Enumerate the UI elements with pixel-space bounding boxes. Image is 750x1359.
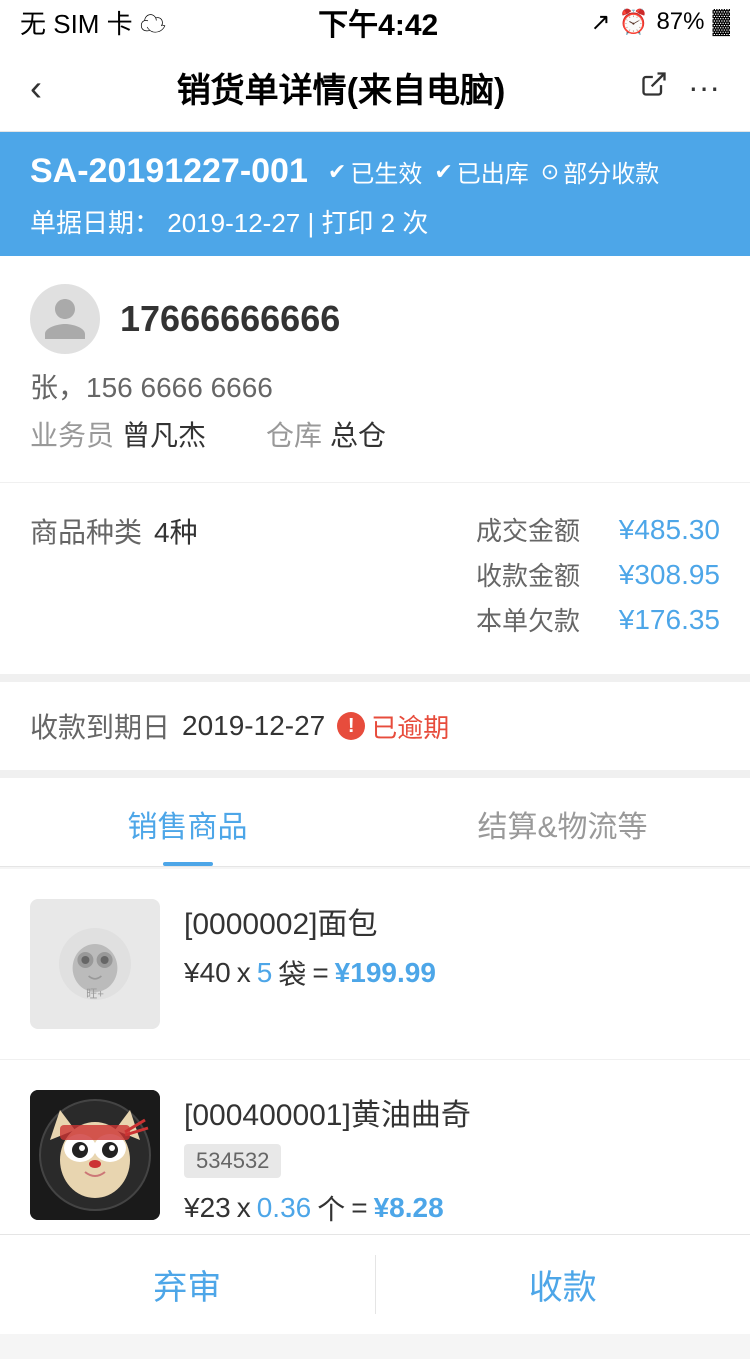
product-eq-2: = bbox=[351, 1192, 367, 1224]
badge-shipped-label: 已出库 bbox=[457, 154, 529, 189]
list-item: 旺+ [0000002]面包 ¥40 x 5 袋 = ¥199.99 bbox=[0, 869, 750, 1060]
order-date: 2019-12-27 bbox=[167, 208, 300, 238]
overdue-icon: ! bbox=[337, 712, 365, 740]
nav-bar: ‹ 销货单详情(来自电脑) ··· bbox=[0, 44, 750, 132]
product-total-1: ¥199.99 bbox=[335, 957, 436, 989]
date-label: 单据日期： bbox=[30, 208, 160, 238]
owed-row: 本单欠款 ¥176.35 bbox=[476, 601, 720, 638]
product-info-2: [000400001]黄油曲奇 534532 ¥23 x 0.36 个 = ¥8… bbox=[184, 1090, 720, 1228]
battery-level: 87% bbox=[656, 8, 704, 36]
collected-value: ¥308.95 bbox=[600, 559, 720, 591]
customer-phone: 17666666666 bbox=[120, 298, 340, 340]
warehouse-meta: 仓库 总仓 bbox=[266, 414, 386, 454]
owed-label: 本单欠款 bbox=[476, 601, 580, 638]
product-thumbnail-2 bbox=[30, 1090, 160, 1220]
product-name-2: [000400001]黄油曲奇 bbox=[184, 1090, 720, 1134]
owed-value: ¥176.35 bbox=[600, 604, 720, 636]
product-tag-2: 534532 bbox=[184, 1144, 281, 1178]
tab-settlement[interactable]: 结算&物流等 bbox=[375, 778, 750, 866]
category-item: 商品种类 4种 bbox=[30, 511, 198, 551]
product-list: 旺+ [0000002]面包 ¥40 x 5 袋 = ¥199.99 bbox=[0, 869, 750, 1259]
product-info-1: [0000002]面包 ¥40 x 5 袋 = ¥199.99 bbox=[184, 899, 720, 993]
customer-sub-info: 张，156 6666 6666 bbox=[30, 366, 720, 406]
product-thumbnail-1: 旺+ bbox=[30, 899, 160, 1029]
tabs-section: 销售商品 结算&物流等 bbox=[0, 778, 750, 867]
tab-sales-products[interactable]: 销售商品 bbox=[0, 778, 375, 866]
battery-icon: ▓ bbox=[713, 8, 731, 36]
order-badges: ✔ 已生效 ✔ 已出库 ⊙ 部分收款 bbox=[328, 154, 659, 189]
badge-effective: ✔ 已生效 bbox=[328, 154, 422, 189]
location-icon: ↗ bbox=[590, 8, 610, 37]
cancel-button[interactable]: 弃审 bbox=[0, 1235, 375, 1334]
page-title: 销货单详情(来自电脑) bbox=[177, 63, 506, 112]
share-icon[interactable] bbox=[640, 69, 668, 106]
summary-section: 商品种类 4种 成交金额 ¥485.30 收款金额 ¥308.95 本单欠款 ¥… bbox=[0, 483, 750, 682]
more-icon[interactable]: ··· bbox=[688, 69, 720, 106]
product-unit-1: 袋 bbox=[278, 953, 306, 993]
status-bar: 无 SIM 卡 ☁ 下午4:42 ↗ ⏰ 87% ▓ bbox=[0, 0, 750, 44]
nav-right-actions: ··· bbox=[640, 69, 720, 106]
product-price-2: ¥23 bbox=[184, 1192, 231, 1224]
salesperson-name: 曾凡杰 bbox=[122, 414, 206, 454]
clock-icon: ⊙ bbox=[541, 159, 559, 185]
collected-row: 收款金额 ¥308.95 bbox=[476, 556, 720, 593]
status-time: 下午4:42 bbox=[318, 0, 438, 44]
warehouse-label: 仓库 bbox=[266, 414, 322, 454]
order-date-row: 单据日期： 2019-12-27 | 打印 2 次 bbox=[30, 203, 720, 240]
category-label: 商品种类 bbox=[30, 511, 142, 551]
product-eq-1: = bbox=[312, 957, 328, 989]
badge-shipped: ✔ 已出库 bbox=[434, 154, 528, 189]
back-button[interactable]: ‹ bbox=[30, 67, 42, 109]
product-price-1: ¥40 bbox=[184, 957, 231, 989]
check-icon-1: ✔ bbox=[328, 159, 346, 185]
status-right: ↗ ⏰ 87% ▓ bbox=[590, 8, 730, 37]
customer-row: 17666666666 bbox=[30, 284, 720, 354]
product-x-1: x bbox=[237, 957, 251, 989]
due-date-value: 2019-12-27 bbox=[182, 710, 325, 742]
badge-partial-label: 部分收款 bbox=[563, 154, 659, 189]
due-date-section: 收款到期日 2019-12-27 ! 已逾期 bbox=[0, 682, 750, 778]
overdue-badge: ! 已逾期 bbox=[337, 708, 449, 745]
alarm-icon: ⏰ bbox=[619, 8, 649, 37]
salesperson-label: 业务员 bbox=[30, 414, 114, 454]
product-name-1: [0000002]面包 bbox=[184, 899, 720, 943]
customer-meta: 业务员 曾凡杰 仓库 总仓 bbox=[30, 414, 720, 454]
warehouse-name: 总仓 bbox=[330, 414, 386, 454]
tab-settlement-label: 结算&物流等 bbox=[477, 811, 647, 844]
product-price-row-1: ¥40 x 5 袋 = ¥199.99 bbox=[184, 953, 720, 993]
deal-amount-label: 成交金额 bbox=[476, 511, 580, 548]
order-header-banner: SA-20191227-001 ✔ 已生效 ✔ 已出库 ⊙ 部分收款 单据日期：… bbox=[0, 132, 750, 256]
confirm-button[interactable]: 收款 bbox=[376, 1235, 750, 1334]
deal-amount-row: 成交金额 ¥485.30 bbox=[476, 511, 720, 548]
deal-amount-value: ¥485.30 bbox=[600, 514, 720, 546]
product-unit-2: 个 bbox=[317, 1188, 345, 1228]
check-icon-2: ✔ bbox=[434, 159, 452, 185]
collected-label: 收款金额 bbox=[476, 556, 580, 593]
bottom-bar: 弃审 收款 bbox=[0, 1234, 750, 1334]
status-left: 无 SIM 卡 ☁ bbox=[20, 4, 166, 41]
badge-partial: ⊙ 部分收款 bbox=[541, 154, 659, 189]
svg-text:旺+: 旺+ bbox=[86, 989, 104, 1001]
overdue-text: 已逾期 bbox=[371, 708, 449, 745]
summary-left: 商品种类 4种 bbox=[30, 511, 198, 646]
product-total-2: ¥8.28 bbox=[374, 1192, 444, 1224]
product-qty-1: 5 bbox=[257, 957, 273, 989]
product-qty-2: 0.36 bbox=[257, 1192, 312, 1224]
print-info: | 打印 2 次 bbox=[307, 208, 428, 238]
product-x-2: x bbox=[237, 1192, 251, 1224]
due-date-label: 收款到期日 bbox=[30, 706, 170, 746]
salesperson-meta: 业务员 曾凡杰 bbox=[30, 414, 206, 454]
tab-sales-products-label: 销售商品 bbox=[128, 811, 248, 844]
customer-section: 17666666666 张，156 6666 6666 业务员 曾凡杰 仓库 总… bbox=[0, 256, 750, 483]
badge-effective-label: 已生效 bbox=[350, 154, 422, 189]
list-item: [000400001]黄油曲奇 534532 ¥23 x 0.36 个 = ¥8… bbox=[0, 1060, 750, 1259]
product-price-row-2: ¥23 x 0.36 个 = ¥8.28 bbox=[184, 1188, 720, 1228]
avatar bbox=[30, 284, 100, 354]
category-value: 4种 bbox=[154, 511, 198, 551]
summary-right: 成交金额 ¥485.30 收款金额 ¥308.95 本单欠款 ¥176.35 bbox=[476, 511, 720, 646]
order-id: SA-20191227-001 bbox=[30, 152, 308, 191]
